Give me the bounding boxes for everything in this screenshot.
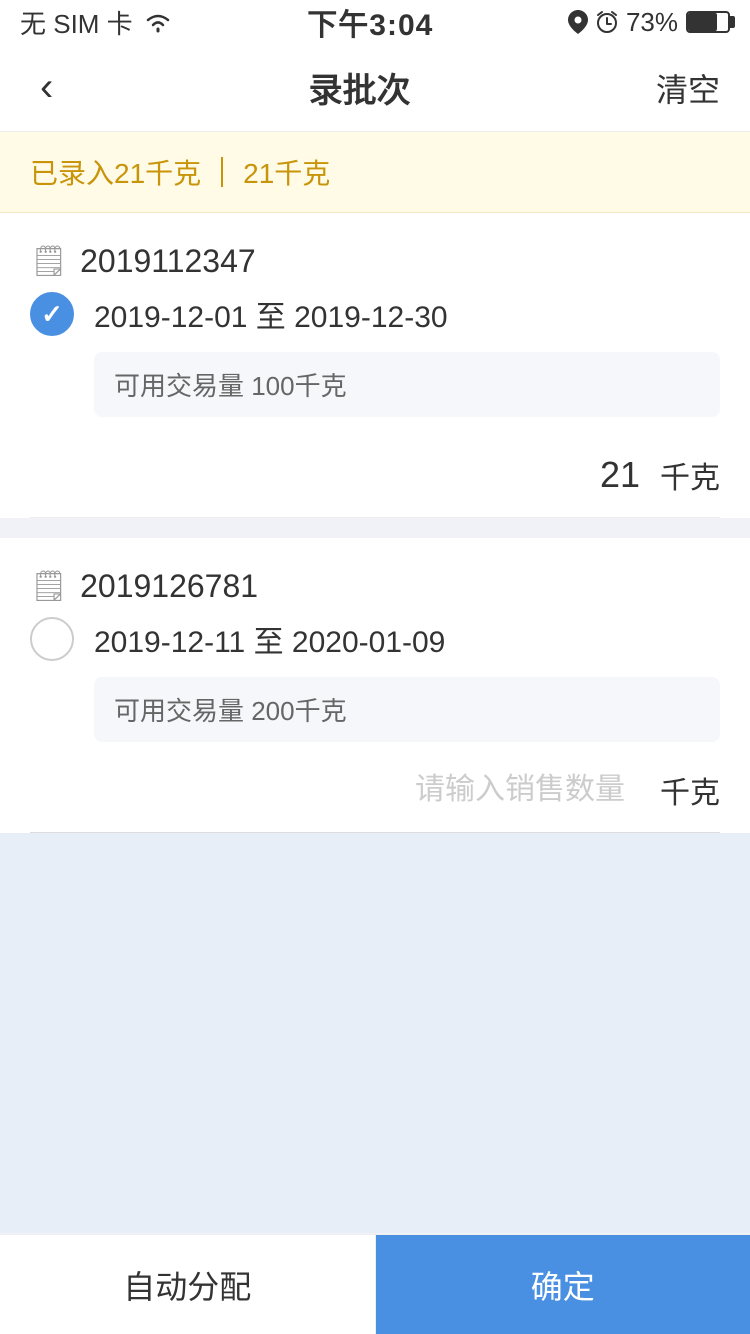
batch-2-id: 2019126781 bbox=[80, 568, 258, 605]
batch-1-date: 2019-12-01 至 2019-12-30 bbox=[94, 292, 448, 336]
page-title: 录批次 bbox=[309, 63, 411, 112]
doc-icon-1: 🗒 bbox=[30, 244, 68, 279]
batch-1-date-row[interactable]: 2019-12-01 至 2019-12-30 bbox=[30, 292, 720, 336]
confirm-button[interactable]: 确定 bbox=[376, 1235, 750, 1334]
location-icon bbox=[568, 10, 588, 34]
batch-2-card: 🗒 2019126781 2019-12-11 至 2020-01-09 可用交… bbox=[0, 538, 750, 833]
auto-distribute-button[interactable]: 自动分配 bbox=[0, 1235, 376, 1334]
batch-2-date-row[interactable]: 2019-12-11 至 2020-01-09 bbox=[30, 617, 720, 661]
back-button[interactable]: ‹ bbox=[30, 55, 63, 120]
batch-2-available: 可用交易量 200千克 bbox=[94, 677, 720, 742]
section-gap-1 bbox=[0, 518, 750, 538]
batch-2-date: 2019-12-11 至 2020-01-09 bbox=[94, 617, 445, 661]
batch-2-header: 🗒 2019126781 bbox=[30, 568, 720, 605]
summary-bar: 已录入21千克 21千克 bbox=[0, 132, 750, 213]
status-bar: 无 SIM 卡 下午3:04 73% bbox=[0, 0, 750, 44]
batch-1-card: 🗒 2019112347 2019-12-01 至 2019-12-30 可用交… bbox=[0, 213, 750, 518]
summary-value: 21千克 bbox=[243, 152, 330, 192]
batch-2-quantity-input[interactable] bbox=[30, 773, 640, 807]
batch-2-input-row[interactable]: 千克 bbox=[30, 758, 720, 833]
content-area: 已录入21千克 21千克 🗒 2019112347 2019-12-01 至 2… bbox=[0, 132, 750, 1333]
summary-divider bbox=[221, 157, 223, 187]
blue-empty-area bbox=[0, 833, 750, 1233]
batch-1-quantity-row: 21 千克 bbox=[30, 433, 720, 518]
batch-1-header: 🗒 2019112347 bbox=[30, 243, 720, 280]
wifi-icon bbox=[143, 11, 173, 33]
status-left: 无 SIM 卡 bbox=[20, 4, 173, 41]
nav-bar: ‹ 录批次 清空 bbox=[0, 44, 750, 132]
battery-percent: 73% bbox=[626, 7, 678, 38]
bottom-bar: 自动分配 确定 bbox=[0, 1234, 750, 1334]
sim-text: 无 SIM 卡 bbox=[20, 4, 133, 41]
batch-2-unit: 千克 bbox=[660, 768, 720, 812]
batch-2-radio[interactable] bbox=[30, 617, 74, 661]
batch-1-radio[interactable] bbox=[30, 292, 74, 336]
batch-1-available: 可用交易量 100千克 bbox=[94, 352, 720, 417]
batch-1-unit: 千克 bbox=[660, 453, 720, 497]
status-right: 73% bbox=[568, 7, 730, 38]
doc-icon-2: 🗒 bbox=[30, 569, 68, 604]
battery-icon bbox=[686, 11, 730, 33]
batch-1-quantity-value: 21 bbox=[600, 454, 640, 496]
summary-label: 已录入21千克 bbox=[30, 152, 201, 192]
batch-1-id: 2019112347 bbox=[80, 243, 256, 280]
clear-button[interactable]: 清空 bbox=[656, 65, 720, 111]
alarm-icon bbox=[596, 10, 618, 34]
status-time: 下午3:04 bbox=[307, 0, 433, 44]
